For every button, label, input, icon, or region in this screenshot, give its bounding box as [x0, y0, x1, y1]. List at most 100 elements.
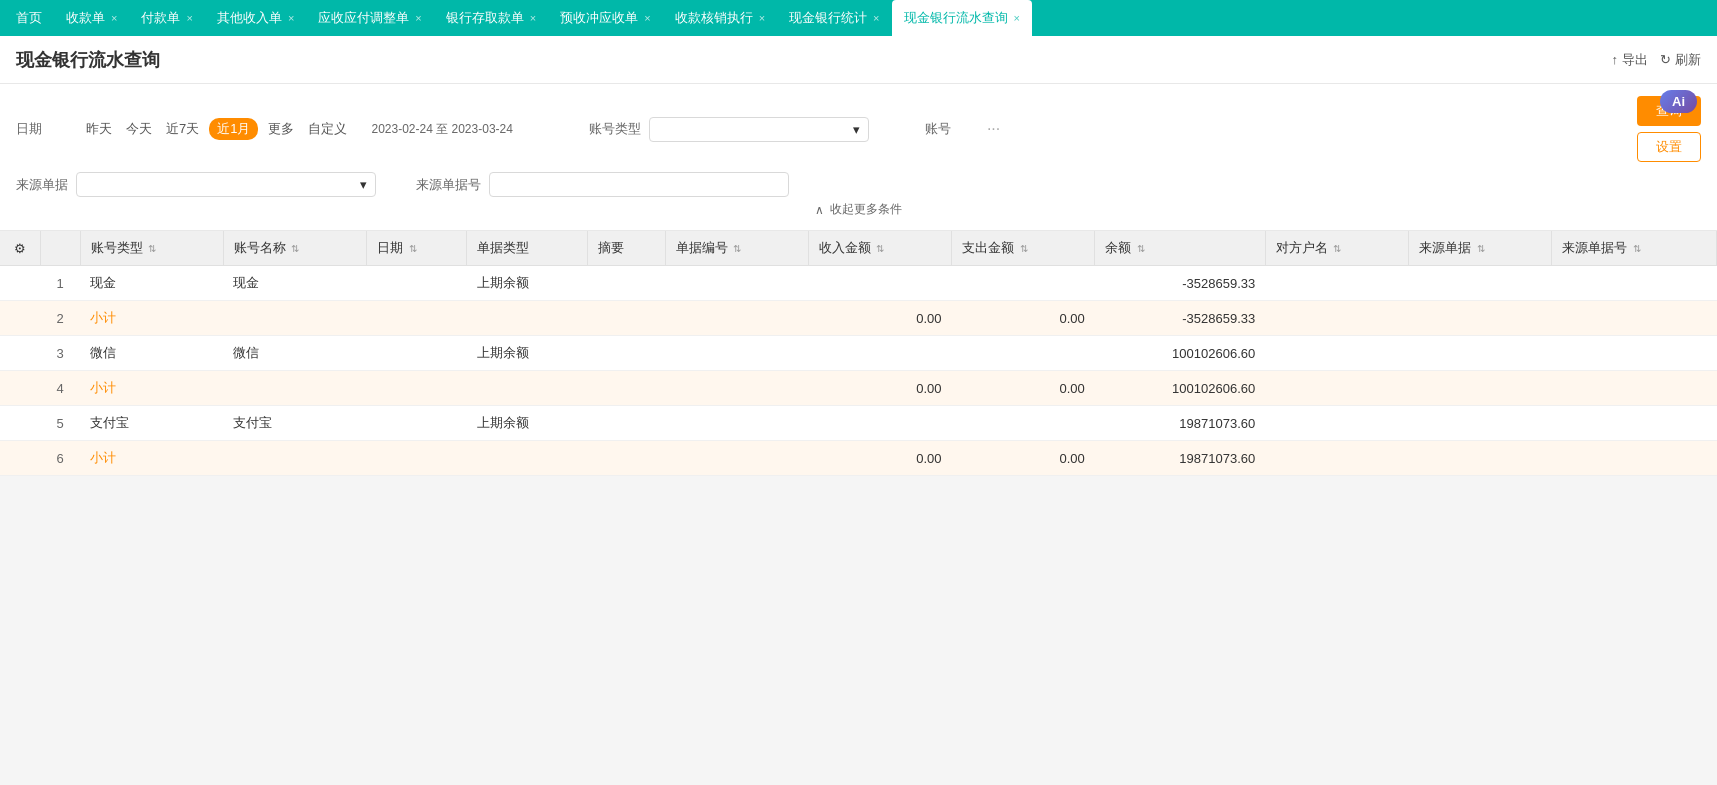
row-source-doc-cell	[1408, 371, 1551, 406]
row-balance-cell: 100102606.60	[1095, 371, 1266, 406]
column-source-doc[interactable]: 来源单据 ⇅	[1408, 231, 1551, 266]
row-account-name-cell: 微信	[223, 336, 366, 371]
row-settings-cell	[0, 301, 40, 336]
row-settings-cell	[0, 406, 40, 441]
ai-badge[interactable]: Ai	[1660, 90, 1697, 113]
close-icon[interactable]: ×	[186, 0, 192, 36]
table-row[interactable]: 6 小计 0.00 0.00 19871073.60	[0, 441, 1717, 476]
row-income-cell: 0.00	[808, 301, 951, 336]
table-row[interactable]: 2 小计 0.00 0.00 -3528659.33	[0, 301, 1717, 336]
date-today[interactable]: 今天	[122, 118, 156, 140]
close-icon[interactable]: ×	[415, 0, 421, 36]
column-doc-type: 单据类型	[467, 231, 588, 266]
row-doc-no-cell	[665, 441, 808, 476]
row-income-cell	[808, 406, 951, 441]
close-icon[interactable]: ×	[111, 0, 117, 36]
row-balance-cell: -3528659.33	[1095, 266, 1266, 301]
nav-tab-yinhangcq[interactable]: 银行存取款单 ×	[434, 0, 548, 36]
row-summary-cell	[587, 301, 665, 336]
date-1month[interactable]: 近1月	[209, 118, 258, 140]
row-doc-type-cell: 上期余额	[467, 336, 588, 371]
row-account-type-cell: 小计	[80, 371, 223, 406]
row-date-cell	[366, 301, 466, 336]
row-account-name-cell	[223, 301, 366, 336]
row-date-cell	[366, 441, 466, 476]
nav-tab-yingshoutz[interactable]: 应收应付调整单 ×	[306, 0, 433, 36]
date-yesterday[interactable]: 昨天	[82, 118, 116, 140]
row-summary-cell	[587, 406, 665, 441]
account-more-icon[interactable]: ···	[983, 120, 1004, 138]
nav-tab-shoukuanhx[interactable]: 收款核销执行 ×	[663, 0, 777, 36]
row-income-cell	[808, 266, 951, 301]
column-source-doc-no[interactable]: 来源单据号 ⇅	[1552, 231, 1717, 266]
export-button[interactable]: ↑ 导出	[1612, 51, 1649, 69]
source-doc-num-input[interactable]	[489, 172, 789, 197]
nav-tab-qitasr[interactable]: 其他收入单 ×	[205, 0, 306, 36]
row-date-cell	[366, 336, 466, 371]
table-row[interactable]: 1 现金 现金 上期余额 -3528659.33	[0, 266, 1717, 301]
nav-tab-xianjinls[interactable]: 现金银行流水查询 ×	[892, 0, 1032, 36]
settings-button[interactable]: 设置	[1637, 132, 1701, 162]
account-type-select[interactable]: ▾	[649, 117, 869, 142]
close-icon[interactable]: ×	[530, 0, 536, 36]
column-settings[interactable]: ⚙	[0, 231, 40, 266]
refresh-button[interactable]: ↻ 刷新	[1660, 51, 1701, 69]
column-account-type[interactable]: 账号类型 ⇅	[80, 231, 223, 266]
row-expense-cell	[952, 266, 1095, 301]
date-7days[interactable]: 近7天	[162, 118, 203, 140]
collapse-bar[interactable]: ∧ 收起更多条件	[16, 201, 1701, 218]
top-navigation: 首页 收款单 × 付款单 × 其他收入单 × 应收应付调整单 × 银行存取款单 …	[0, 0, 1717, 36]
row-expense-cell: 0.00	[952, 371, 1095, 406]
close-icon[interactable]: ×	[873, 0, 879, 36]
date-more[interactable]: 更多	[264, 118, 298, 140]
row-num-cell: 2	[40, 301, 80, 336]
row-income-cell: 0.00	[808, 441, 951, 476]
nav-tab-fukudan[interactable]: 付款单 ×	[129, 0, 204, 36]
table-header-row: ⚙ 账号类型 ⇅ 账号名称 ⇅ 日期 ⇅ 单据类型 摘要 单据编号 ⇅ 收入金额…	[0, 231, 1717, 266]
row-settings-cell	[0, 266, 40, 301]
nav-tab-shoudan[interactable]: 收款单 ×	[54, 0, 129, 36]
row-num-cell: 1	[40, 266, 80, 301]
source-doc-num-label: 来源单据号	[416, 176, 481, 194]
column-expense[interactable]: 支出金额 ⇅	[952, 231, 1095, 266]
table-row[interactable]: 5 支付宝 支付宝 上期余额 19871073.60	[0, 406, 1717, 441]
source-doc-label: 来源单据	[16, 176, 68, 194]
column-date[interactable]: 日期 ⇅	[366, 231, 466, 266]
row-expense-cell	[952, 406, 1095, 441]
row-account-type-cell: 支付宝	[80, 406, 223, 441]
close-icon[interactable]: ×	[644, 0, 650, 36]
row-source-doc-no-cell	[1552, 301, 1717, 336]
table-row[interactable]: 3 微信 微信 上期余额 100102606.60	[0, 336, 1717, 371]
nav-home[interactable]: 首页	[4, 0, 54, 36]
page-header: 现金银行流水查询 ↑ 导出 ↻ 刷新	[0, 36, 1717, 84]
row-source-doc-cell	[1408, 441, 1551, 476]
column-doc-no[interactable]: 单据编号 ⇅	[665, 231, 808, 266]
close-icon[interactable]: ×	[288, 0, 294, 36]
row-summary-cell	[587, 371, 665, 406]
row-counterparty-cell	[1265, 266, 1408, 301]
date-custom[interactable]: 自定义	[304, 118, 351, 140]
row-expense-cell: 0.00	[952, 301, 1095, 336]
source-doc-select[interactable]: ▾	[76, 172, 376, 197]
row-account-type-cell: 小计	[80, 441, 223, 476]
row-expense-cell: 0.00	[952, 441, 1095, 476]
chevron-down-icon: ▾	[360, 177, 367, 192]
row-doc-no-cell	[665, 266, 808, 301]
filter-row-date: 日期 昨天 今天 近7天 近1月 更多 自定义 2023-02-24 至 202…	[16, 96, 1701, 162]
row-account-type-cell: 现金	[80, 266, 223, 301]
column-counterparty[interactable]: 对方户名 ⇅	[1265, 231, 1408, 266]
table-row[interactable]: 4 小计 0.00 0.00 100102606.60	[0, 371, 1717, 406]
column-income[interactable]: 收入金额 ⇅	[808, 231, 951, 266]
nav-tab-yushoucs[interactable]: 预收冲应收单 ×	[548, 0, 662, 36]
chevron-down-icon: ▾	[853, 122, 860, 137]
column-balance[interactable]: 余额 ⇅	[1095, 231, 1266, 266]
row-balance-cell: 19871073.60	[1095, 441, 1266, 476]
column-summary: 摘要	[587, 231, 665, 266]
close-icon[interactable]: ×	[1014, 0, 1020, 36]
nav-tab-xianjintj[interactable]: 现金银行统计 ×	[777, 0, 891, 36]
column-account-name[interactable]: 账号名称 ⇅	[223, 231, 366, 266]
row-summary-cell	[587, 336, 665, 371]
row-balance-cell: 19871073.60	[1095, 406, 1266, 441]
close-icon[interactable]: ×	[759, 0, 765, 36]
row-source-doc-cell	[1408, 336, 1551, 371]
